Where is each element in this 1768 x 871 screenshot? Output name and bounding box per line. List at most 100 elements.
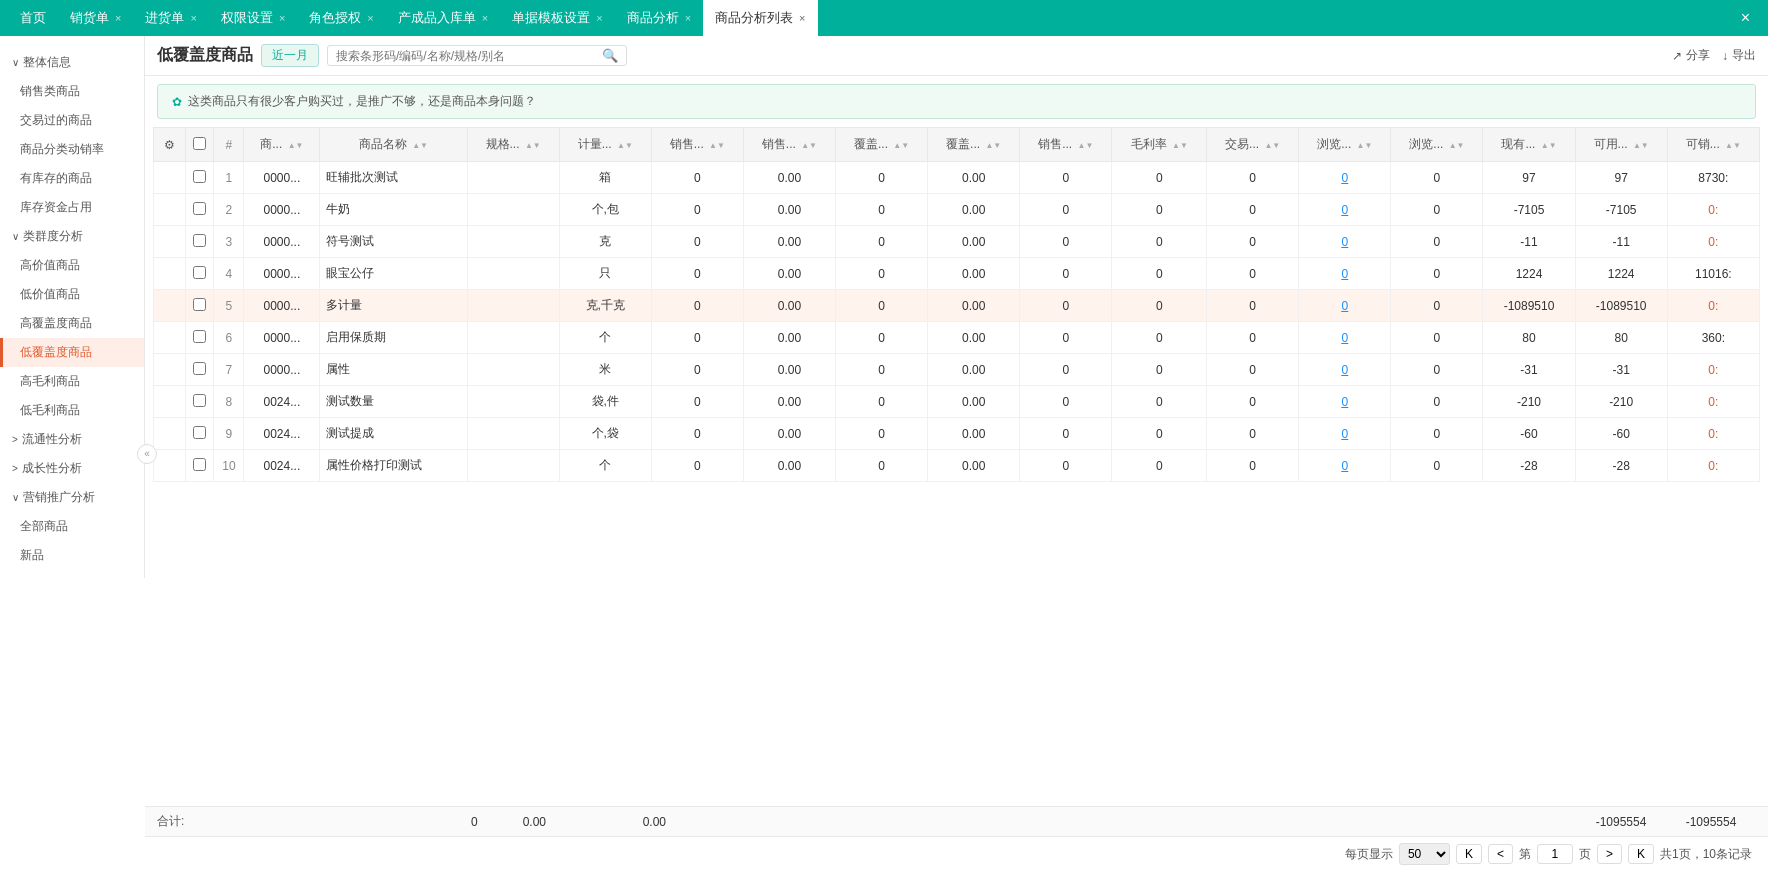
row-code: 0000...: [244, 354, 320, 386]
row-trade: 0: [1207, 450, 1299, 482]
prev-page-button[interactable]: <: [1488, 844, 1513, 864]
export-button[interactable]: ↓ 导出: [1722, 47, 1756, 64]
nav-purchase-close[interactable]: ×: [190, 12, 196, 24]
row-settings: [154, 194, 186, 226]
col-name[interactable]: 商品名称 ▲▼: [320, 128, 467, 162]
row-checkbox[interactable]: [193, 170, 206, 183]
search-input[interactable]: [336, 49, 602, 63]
time-filter-button[interactable]: 近一月: [261, 44, 319, 67]
sidebar-section-marketing[interactable]: ∨ 营销推广分析: [0, 483, 144, 512]
nav-sales[interactable]: 销货单 ×: [58, 0, 133, 36]
last-page-button[interactable]: K: [1628, 844, 1654, 864]
row-current: -7105: [1483, 194, 1575, 226]
col-margin[interactable]: 毛利率 ▲▼: [1112, 128, 1207, 162]
row-browse1[interactable]: 0: [1299, 322, 1391, 354]
share-button[interactable]: ↗ 分享: [1672, 47, 1710, 64]
nav-sales-close[interactable]: ×: [115, 12, 121, 24]
row-checkbox[interactable]: [193, 426, 206, 439]
col-code[interactable]: 商... ▲▼: [244, 128, 320, 162]
select-all-checkbox[interactable]: [193, 137, 206, 150]
sidebar-item-inventory-goods[interactable]: 有库存的商品: [0, 164, 144, 193]
nav-roles-close[interactable]: ×: [367, 12, 373, 24]
col-sales2[interactable]: 销售... ▲▼: [743, 128, 835, 162]
sidebar-section-flow[interactable]: > 流通性分析: [0, 425, 144, 454]
row-cover2: 0.00: [928, 194, 1020, 226]
row-browse1[interactable]: 0: [1299, 290, 1391, 322]
sidebar-item-high-coverage[interactable]: 高覆盖度商品: [0, 309, 144, 338]
row-checkbox[interactable]: [193, 362, 206, 375]
nav-permissions-close[interactable]: ×: [279, 12, 285, 24]
nav-analysis-list[interactable]: 商品分析列表 ×: [703, 0, 817, 36]
row-checkbox[interactable]: [193, 394, 206, 407]
nav-analysis[interactable]: 商品分析 ×: [615, 0, 703, 36]
sidebar-item-new-goods[interactable]: 新品: [0, 541, 144, 570]
nav-home[interactable]: 首页: [8, 0, 58, 36]
first-page-button[interactable]: K: [1456, 844, 1482, 864]
next-page-button[interactable]: >: [1597, 844, 1622, 864]
sidebar-item-low-value[interactable]: 低价值商品: [0, 280, 144, 309]
row-browse1[interactable]: 0: [1299, 226, 1391, 258]
nav-products-close[interactable]: ×: [482, 12, 488, 24]
col-sales3[interactable]: 销售... ▲▼: [1020, 128, 1112, 162]
row-margin: 0: [1112, 194, 1207, 226]
row-browse1[interactable]: 0: [1299, 386, 1391, 418]
col-spec[interactable]: 规格... ▲▼: [467, 128, 559, 162]
row-browse1[interactable]: 0: [1299, 162, 1391, 194]
col-browse2[interactable]: 浏览... ▲▼: [1391, 128, 1483, 162]
sidebar-item-sales-goods[interactable]: 销售类商品: [0, 77, 144, 106]
col-trade[interactable]: 交易... ▲▼: [1207, 128, 1299, 162]
row-name: 属性: [320, 354, 467, 386]
top-nav: 首页 销货单 × 进货单 × 权限设置 × 角色授权 × 产成品入库单 × 单据…: [0, 0, 1768, 36]
window-close-button[interactable]: ×: [1731, 9, 1760, 27]
row-browse1[interactable]: 0: [1299, 258, 1391, 290]
sidebar-item-high-value[interactable]: 高价值商品: [0, 251, 144, 280]
sidebar-section-growth[interactable]: > 成长性分析: [0, 454, 144, 483]
col-unit[interactable]: 计量... ▲▼: [559, 128, 651, 162]
nav-templates-close[interactable]: ×: [596, 12, 602, 24]
col-available[interactable]: 可用... ▲▼: [1575, 128, 1667, 162]
page-size-select[interactable]: 50 100 200: [1399, 843, 1450, 865]
row-cover1: 0: [836, 418, 928, 450]
nav-products[interactable]: 产成品入库单 ×: [386, 0, 500, 36]
row-unit: 个: [559, 450, 651, 482]
row-checkbox[interactable]: [193, 234, 206, 247]
row-margin: 0: [1112, 226, 1207, 258]
row-browse1[interactable]: 0: [1299, 418, 1391, 450]
col-current[interactable]: 现有... ▲▼: [1483, 128, 1575, 162]
row-spec: [467, 162, 559, 194]
sidebar-item-all-goods[interactable]: 全部商品: [0, 512, 144, 541]
row-checkbox[interactable]: [193, 458, 206, 471]
nav-templates[interactable]: 单据模板设置 ×: [500, 0, 614, 36]
row-checkbox[interactable]: [193, 330, 206, 343]
row-checkbox[interactable]: [193, 202, 206, 215]
col-browse1[interactable]: 浏览... ▲▼: [1299, 128, 1391, 162]
header-actions: ↗ 分享 ↓ 导出: [1672, 47, 1756, 64]
sidebar-item-low-coverage[interactable]: 低覆盖度商品: [0, 338, 144, 367]
sidebar-item-traded-goods[interactable]: 交易过的商品: [0, 106, 144, 135]
sidebar-item-low-margin[interactable]: 低毛利商品: [0, 396, 144, 425]
col-settings[interactable]: ⚙: [154, 128, 186, 162]
page-number-input[interactable]: [1537, 844, 1573, 864]
nav-roles[interactable]: 角色授权 ×: [297, 0, 385, 36]
nav-purchase[interactable]: 进货单 ×: [133, 0, 208, 36]
row-browse1[interactable]: 0: [1299, 354, 1391, 386]
nav-analysis-list-close[interactable]: ×: [799, 12, 805, 24]
sidebar-item-high-margin[interactable]: 高毛利商品: [0, 367, 144, 396]
col-cover1[interactable]: 覆盖... ▲▼: [836, 128, 928, 162]
col-cover2[interactable]: 覆盖... ▲▼: [928, 128, 1020, 162]
sidebar-item-category-rate[interactable]: 商品分类动销率: [0, 135, 144, 164]
nav-analysis-close[interactable]: ×: [685, 12, 691, 24]
row-spec: [467, 226, 559, 258]
sidebar-section-overall[interactable]: ∨ 整体信息: [0, 48, 144, 77]
nav-permissions[interactable]: 权限设置 ×: [209, 0, 297, 36]
row-saleable: 0:: [1667, 290, 1759, 322]
row-checkbox[interactable]: [193, 266, 206, 279]
row-browse1[interactable]: 0: [1299, 194, 1391, 226]
sidebar-item-capital[interactable]: 库存资金占用: [0, 193, 144, 222]
col-sales1[interactable]: 销售... ▲▼: [651, 128, 743, 162]
row-browse1[interactable]: 0: [1299, 450, 1391, 482]
row-checkbox-cell: [186, 194, 214, 226]
col-saleable[interactable]: 可销... ▲▼: [1667, 128, 1759, 162]
sidebar-section-cluster[interactable]: ∨ 类群度分析: [0, 222, 144, 251]
row-checkbox[interactable]: [193, 298, 206, 311]
